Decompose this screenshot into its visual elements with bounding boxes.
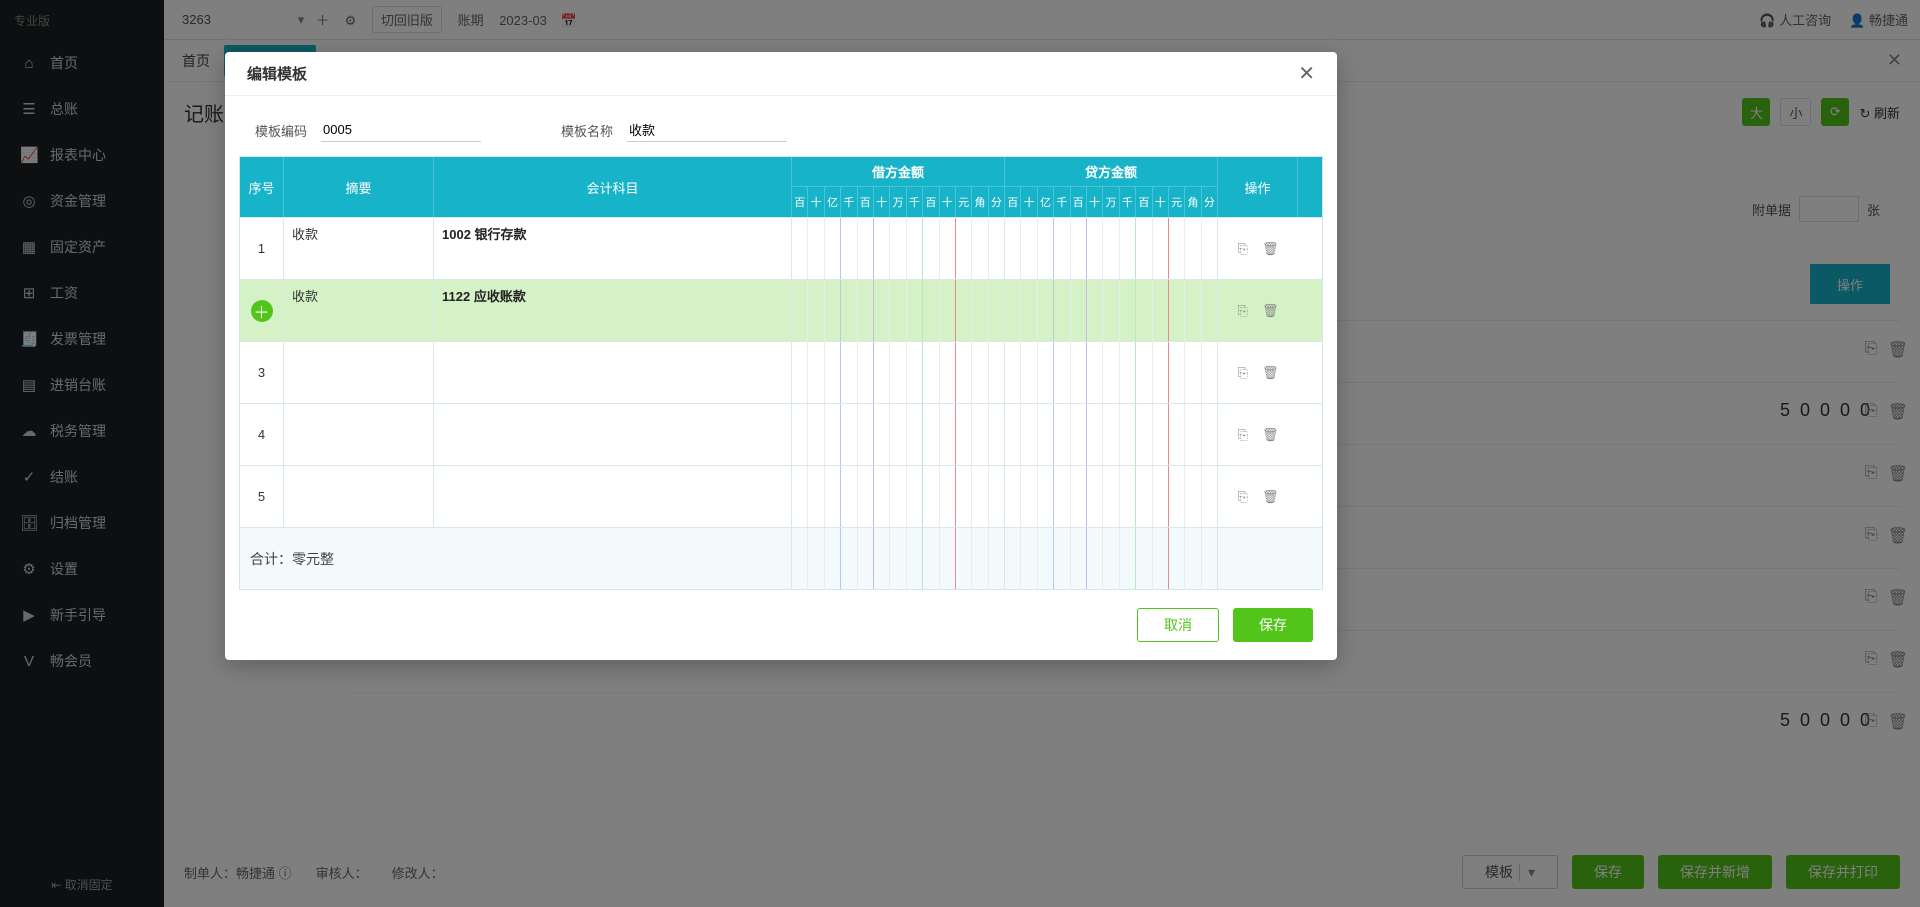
tpl-code-label: 模板编码	[255, 121, 307, 140]
th-ops: 操作	[1218, 157, 1298, 217]
unit-cell: 百	[1071, 187, 1087, 217]
tpl-code-input[interactable]	[321, 118, 481, 142]
unit-cell: 百	[1005, 187, 1021, 217]
tpl-name-label: 模板名称	[561, 121, 613, 140]
unit-cell: 万	[890, 187, 906, 217]
modal-save-button[interactable]: 保存	[1233, 608, 1313, 642]
copy-icon[interactable]: ⎘	[1238, 241, 1248, 257]
th-debit: 借方金额 百十亿千百十万千百十元角分	[792, 157, 1005, 217]
row-account[interactable]: 1122 应收账款	[434, 280, 792, 341]
row-summary[interactable]: 收款	[284, 218, 434, 279]
row-debit[interactable]	[792, 466, 1005, 527]
table-row[interactable]: ＋ 收款1122 应收账款 ⎘ 🗑	[240, 279, 1322, 341]
row-account[interactable]	[434, 466, 792, 527]
row-seq: 4	[240, 404, 284, 465]
row-seq: 1	[240, 218, 284, 279]
total-label: 合计：零元整	[240, 528, 792, 589]
unit-cell: 角	[1185, 187, 1201, 217]
unit-cell: 百	[923, 187, 939, 217]
template-table: 序号 摘要 会计科目 借方金额 百十亿千百十万千百十元角分 贷方金额 百十亿千百…	[239, 156, 1323, 590]
unit-cell: 万	[1103, 187, 1119, 217]
unit-cell: 千	[1054, 187, 1070, 217]
row-summary[interactable]	[284, 404, 434, 465]
unit-cell: 十	[1087, 187, 1103, 217]
th-credit-label: 贷方金额	[1005, 157, 1217, 187]
row-credit[interactable]	[1005, 342, 1218, 403]
th-account: 会计科目	[434, 157, 792, 217]
unit-cell: 十	[874, 187, 890, 217]
th-summary: 摘要	[284, 157, 434, 217]
row-credit[interactable]	[1005, 404, 1218, 465]
close-icon[interactable]: ✕	[1298, 61, 1315, 86]
row-summary[interactable]	[284, 466, 434, 527]
th-seq: 序号	[240, 157, 284, 217]
table-row[interactable]: 1收款1002 银行存款 ⎘ 🗑	[240, 217, 1322, 279]
row-account[interactable]: 1002 银行存款	[434, 218, 792, 279]
edit-template-modal: 编辑模板 ✕ 模板编码 模板名称 序号 摘要 会计科目 借方金额 百十亿千百十万…	[225, 52, 1337, 660]
table-row[interactable]: 3 ⎘ 🗑	[240, 341, 1322, 403]
delete-icon[interactable]: 🗑	[1262, 241, 1279, 257]
row-seq: 5	[240, 466, 284, 527]
copy-icon[interactable]: ⎘	[1238, 489, 1248, 505]
copy-icon[interactable]: ⎘	[1238, 365, 1248, 381]
row-seq: ＋	[240, 280, 284, 341]
row-debit[interactable]	[792, 404, 1005, 465]
delete-icon[interactable]: 🗑	[1262, 427, 1279, 443]
table-row[interactable]: 4 ⎘ 🗑	[240, 403, 1322, 465]
unit-cell: 元	[1169, 187, 1185, 217]
unit-cell: 十	[1153, 187, 1169, 217]
unit-cell: 千	[1120, 187, 1136, 217]
row-credit[interactable]	[1005, 280, 1218, 341]
row-debit[interactable]	[792, 280, 1005, 341]
th-credit: 贷方金额 百十亿千百十万千百十元角分	[1005, 157, 1218, 217]
unit-cell: 千	[841, 187, 857, 217]
add-row-icon[interactable]: ＋	[251, 300, 273, 322]
total-row: 合计：零元整	[240, 527, 1322, 589]
delete-icon[interactable]: 🗑	[1262, 303, 1279, 319]
unit-cell: 分	[989, 187, 1004, 217]
row-debit[interactable]	[792, 342, 1005, 403]
delete-icon[interactable]: 🗑	[1262, 365, 1279, 381]
row-credit[interactable]	[1005, 466, 1218, 527]
unit-cell: 百	[1136, 187, 1152, 217]
row-seq: 3	[240, 342, 284, 403]
unit-cell: 分	[1202, 187, 1217, 217]
tpl-name-input[interactable]	[627, 118, 787, 142]
unit-cell: 十	[1021, 187, 1037, 217]
cancel-button[interactable]: 取消	[1137, 608, 1219, 642]
unit-cell: 元	[956, 187, 972, 217]
unit-cell: 千	[907, 187, 923, 217]
th-debit-label: 借方金额	[792, 157, 1004, 187]
table-row[interactable]: 5 ⎘ 🗑	[240, 465, 1322, 527]
unit-cell: 百	[792, 187, 808, 217]
modal-title: 编辑模板	[247, 63, 307, 84]
row-debit[interactable]	[792, 218, 1005, 279]
copy-icon[interactable]: ⎘	[1238, 303, 1248, 319]
row-credit[interactable]	[1005, 218, 1218, 279]
row-summary[interactable]: 收款	[284, 280, 434, 341]
unit-cell: 十	[808, 187, 824, 217]
row-account[interactable]	[434, 404, 792, 465]
copy-icon[interactable]: ⎘	[1238, 427, 1248, 443]
unit-cell: 亿	[825, 187, 841, 217]
delete-icon[interactable]: 🗑	[1262, 489, 1279, 505]
row-account[interactable]	[434, 342, 792, 403]
table-header: 序号 摘要 会计科目 借方金额 百十亿千百十万千百十元角分 贷方金额 百十亿千百…	[240, 157, 1322, 217]
unit-cell: 角	[972, 187, 988, 217]
unit-cell: 亿	[1038, 187, 1054, 217]
row-summary[interactable]	[284, 342, 434, 403]
unit-cell: 十	[940, 187, 956, 217]
unit-cell: 百	[858, 187, 874, 217]
